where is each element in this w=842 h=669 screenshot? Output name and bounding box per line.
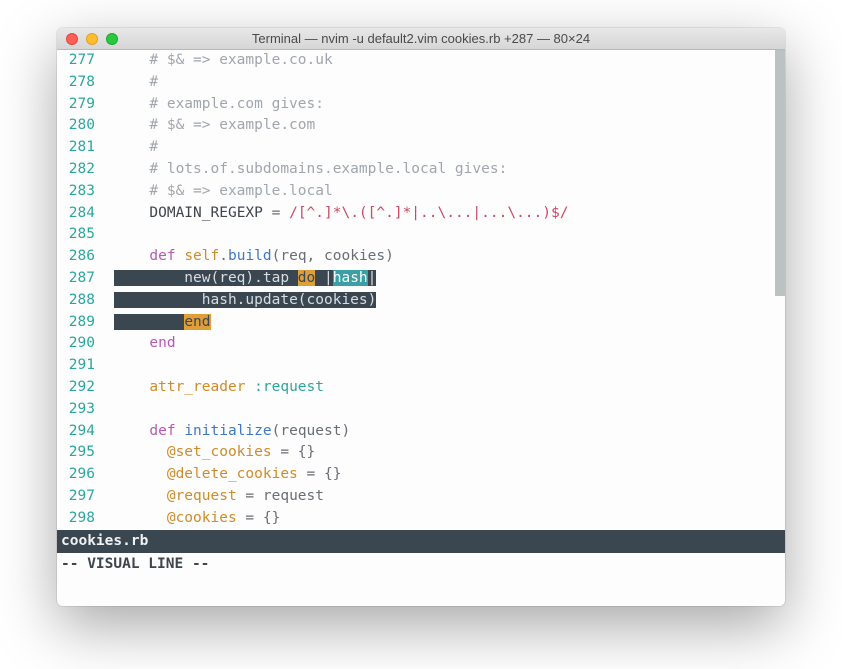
comment-text: # — [97, 74, 158, 90]
code-line: 297 @request = request — [57, 486, 785, 508]
code-line: 286 def self.build(req, cookies) — [57, 246, 785, 268]
line-number: 284 — [57, 203, 97, 225]
keyword-end-hl: nd — [193, 314, 210, 330]
ivar: @delete_cookies — [167, 466, 298, 482]
code-line: 285 — [57, 224, 785, 246]
indent — [97, 205, 149, 221]
line-number: 281 — [57, 137, 97, 159]
selected-code: hash.update(cookies) — [114, 292, 376, 308]
comment-text: # $& => example.co.uk — [97, 52, 333, 68]
code-line: 280 # $& => example.com — [57, 115, 785, 137]
line-number: 298 — [57, 508, 97, 530]
symbol: :request — [254, 379, 324, 395]
keyword-do: do — [298, 270, 315, 286]
line-number: 279 — [57, 94, 97, 116]
comment-text: # example.com gives: — [97, 96, 324, 112]
line-number: 295 — [57, 442, 97, 464]
window-title: Terminal — nvim -u default2.vim cookies.… — [57, 31, 785, 46]
selected-code: new(req).tap — [114, 270, 297, 286]
ivar: @cookies — [167, 510, 237, 526]
regex-literal: /[^.]*\.([^.]*|..\...|...\...)$/ — [289, 205, 568, 221]
code-line: 295 @set_cookies = {} — [57, 442, 785, 464]
line-number: 290 — [57, 333, 97, 355]
code-line-selected: 287 new(req).tap do |hash| — [57, 268, 785, 290]
comment-text: # lots.of.subdomains.example.local gives… — [97, 161, 507, 177]
comment-text: # $& => example.local — [97, 183, 333, 199]
code-line-selected: 288 hash.update(cookies) — [57, 290, 785, 312]
code-line: 292 attr_reader :request — [57, 377, 785, 399]
line-number: 292 — [57, 377, 97, 399]
line-number: 289 — [57, 312, 97, 334]
line-number: 291 — [57, 355, 97, 377]
comment-text: # $& => example.com — [97, 117, 315, 133]
code-line: 281 # — [57, 137, 785, 159]
mode-indicator: -- VISUAL LINE -- — [57, 553, 785, 575]
statusline: cookies.rb — [57, 530, 785, 553]
line-number: 287 — [57, 268, 97, 290]
line-number: 293 — [57, 399, 97, 421]
params: (req, cookies) — [272, 248, 394, 264]
comment-text: # — [97, 139, 158, 155]
code-line: 294 def initialize(request) — [57, 421, 785, 443]
line-number: 282 — [57, 159, 97, 181]
line-number: 296 — [57, 464, 97, 486]
code-line: 284 DOMAIN_REGEXP = /[^.]*\.([^.]*|..\..… — [57, 203, 785, 225]
block-arg: hash — [333, 270, 368, 286]
line-number: 297 — [57, 486, 97, 508]
code-line: 279 # example.com gives: — [57, 94, 785, 116]
buffer-name: cookies.rb — [61, 533, 148, 549]
code-line: 278 # — [57, 72, 785, 94]
code-line: 290 end — [57, 333, 785, 355]
constant-name: DOMAIN_REGEXP — [149, 205, 263, 221]
indent — [97, 248, 149, 264]
attr-reader: attr_reader — [149, 379, 245, 395]
code-line: 283 # $& => example.local — [57, 181, 785, 203]
code-line: 298 @cookies = {} — [57, 508, 785, 530]
ivar: @request — [167, 488, 237, 504]
traffic-lights — [57, 33, 118, 45]
close-icon[interactable] — [66, 33, 78, 45]
line-number: 277 — [57, 50, 97, 72]
minimize-icon[interactable] — [86, 33, 98, 45]
method-name: build — [228, 248, 272, 264]
code-line: 277 # $& => example.co.uk — [57, 50, 785, 72]
line-number: 285 — [57, 224, 97, 246]
code-line-selected: 289 end — [57, 312, 785, 334]
keyword-end: end — [149, 335, 175, 351]
line-number: 286 — [57, 246, 97, 268]
code-line: 293 — [57, 399, 785, 421]
code-line: 291 — [57, 355, 785, 377]
terminal-window: Terminal — nvim -u default2.vim cookies.… — [57, 28, 785, 606]
line-number: 288 — [57, 290, 97, 312]
mode-text: -- VISUAL LINE -- — [61, 556, 209, 572]
line-number: 278 — [57, 72, 97, 94]
params: (request) — [272, 423, 351, 439]
keyword-def: def — [149, 248, 175, 264]
titlebar[interactable]: Terminal — nvim -u default2.vim cookies.… — [57, 28, 785, 50]
line-number: 283 — [57, 181, 97, 203]
code-line: 296 @delete_cookies = {} — [57, 464, 785, 486]
keyword-self: self — [184, 248, 219, 264]
operator: = — [263, 205, 289, 221]
editor-viewport[interactable]: 277 # $& => example.co.uk 278 # 279 # ex… — [57, 50, 785, 606]
method-name: initialize — [184, 423, 271, 439]
code-line: 282 # lots.of.subdomains.example.local g… — [57, 159, 785, 181]
line-number: 294 — [57, 421, 97, 443]
keyword-def: def — [149, 423, 175, 439]
line-number: 280 — [57, 115, 97, 137]
cursor: e — [184, 314, 193, 330]
ivar: @set_cookies — [167, 444, 272, 460]
zoom-icon[interactable] — [106, 33, 118, 45]
